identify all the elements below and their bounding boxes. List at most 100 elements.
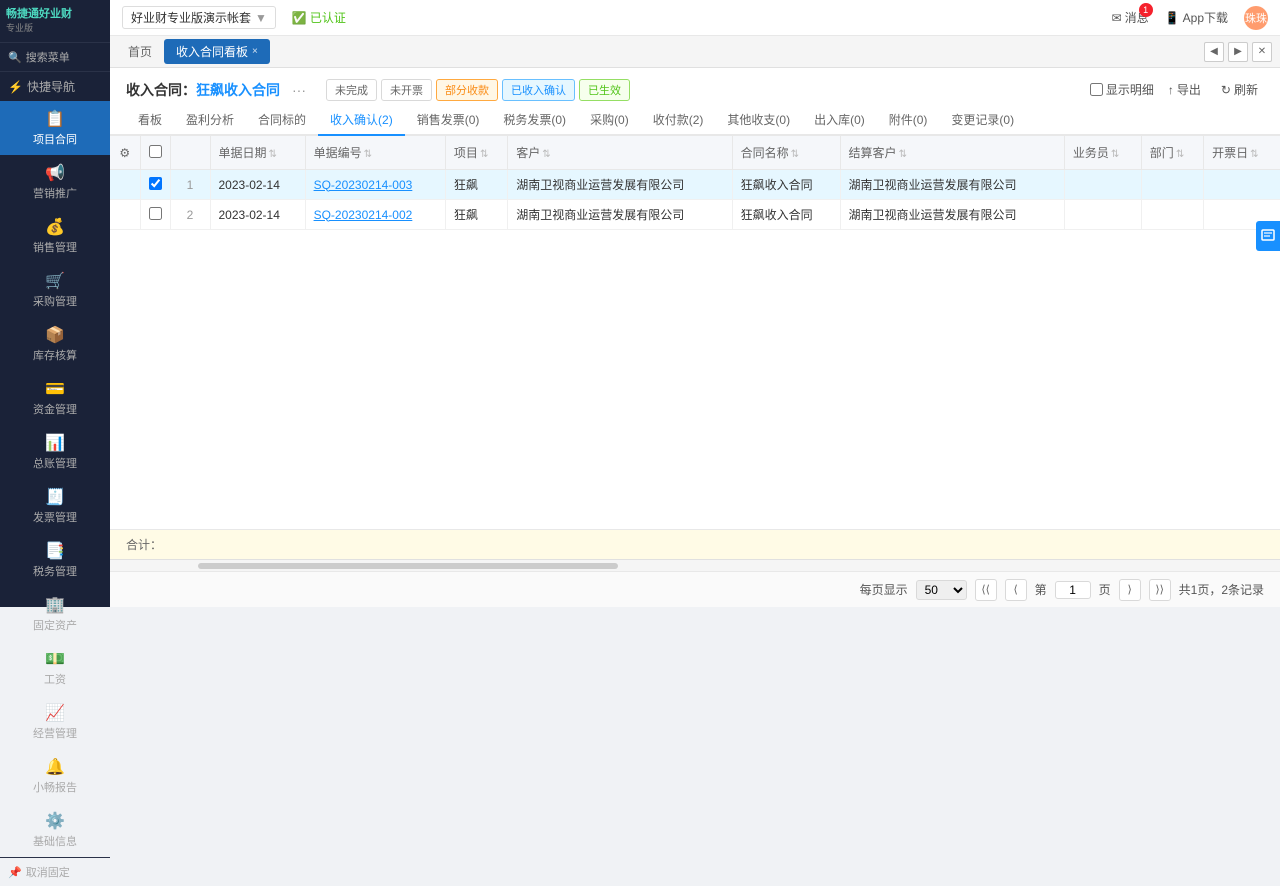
col-open-date[interactable]: 开票日⇅ [1204,136,1280,170]
subtab-other[interactable]: 其他收支(0) [715,105,802,136]
col-salesperson[interactable]: 业务员⇅ [1064,136,1141,170]
tab-next-button[interactable]: ▶ [1228,42,1248,62]
col-customer[interactable]: 客户⇅ [508,136,732,170]
page-title: 收入合同：狂飙收入合同 [126,80,280,100]
subtab-warehouse[interactable]: 出入库(0) [802,105,877,136]
sidebar-item-report[interactable]: 🔔 小畅报告 [0,749,110,803]
sidebar-item-tax[interactable]: 📑 税务管理 [0,533,110,587]
sidebar-item-marketing[interactable]: 📢 营销推广 [0,155,110,209]
table-row[interactable]: 2 2023-02-14 SQ-20230214-002 狂飙 湖南卫视商业运营… [110,200,1280,230]
sidebar-item-sales[interactable]: 💰 销售管理 [0,209,110,263]
sidebar-search-label: 搜索菜单 [26,49,70,65]
status-partial-receipt[interactable]: 部分收款 [436,79,498,101]
basic-icon: ⚙️ [45,811,65,831]
first-page-button[interactable]: ⟨⟨ [975,579,997,601]
table-row[interactable]: 1 2023-02-14 SQ-20230214-003 狂飙 湖南卫视商业运营… [110,170,1280,200]
status-uninvoiced[interactable]: 未开票 [381,79,432,101]
tab-close-icon[interactable]: × [252,46,258,57]
sidebar-item-quicknav[interactable]: ⚡ 快捷导航 [0,72,110,101]
subtab-attachment[interactable]: 附件(0) [877,105,940,136]
horizontal-scrollbar[interactable] [110,559,1280,571]
labor-icon: 💵 [45,649,65,669]
subtab-kanban[interactable]: 看板 [126,105,174,136]
tax-icon: 📑 [45,541,65,561]
sidebar-item-search[interactable]: 🔍 搜索菜单 [0,43,110,72]
subtab-payment[interactable]: 收付款(2) [641,105,716,136]
col-checkbox-all[interactable] [140,136,170,170]
app-download-button[interactable]: 📱 App下载 [1165,9,1228,26]
subtab-tax-invoice[interactable]: 税务发票(0) [491,105,578,136]
row1-contract: 狂飙收入合同 [732,170,840,200]
subtab-sales-invoice[interactable]: 销售发票(0) [405,105,492,136]
prev-page-button[interactable]: ⟨ [1005,579,1027,601]
tab-prev-button[interactable]: ◀ [1204,42,1224,62]
row1-checkbox-input[interactable] [149,177,162,190]
app-download-label: App下载 [1183,9,1228,26]
sidebar-item-invoice[interactable]: 🧾 发票管理 [0,479,110,533]
status-confirmed[interactable]: 已收入确认 [502,79,575,101]
col-date[interactable]: 单据日期⇅ [210,136,305,170]
sidebar-item-labor[interactable]: 💵 工资 [0,641,110,695]
col-code[interactable]: 单据编号⇅ [305,136,445,170]
row2-code[interactable]: SQ-20230214-002 [305,200,445,230]
table-container[interactable]: ⚙ 单据日期⇅ 单据编号⇅ 项目⇅ 客户⇅ 合同名称⇅ 结算客户⇅ 业务员⇅ 部… [110,136,1280,529]
cancel-pin-button[interactable]: 📌 取消固定 [0,858,110,886]
row1-code-link[interactable]: SQ-20230214-003 [314,178,413,192]
sidebar-item-ops[interactable]: 📈 经营管理 [0,695,110,749]
col-settings[interactable]: ⚙ [110,136,140,170]
page-label: 第 [1035,581,1047,598]
subtab-purchase[interactable]: 采购(0) [578,105,641,136]
sidebar-item-purchase[interactable]: 🛒 采购管理 [0,263,110,317]
more-button[interactable]: ··· [288,82,310,98]
row1-code[interactable]: SQ-20230214-003 [305,170,445,200]
sidebar-item-general[interactable]: 📊 总账管理 [0,425,110,479]
status-unfinished[interactable]: 未完成 [326,79,377,101]
sidebar-item-basic[interactable]: ⚙️ 基础信息 [0,803,110,857]
col-project[interactable]: 项目⇅ [445,136,507,170]
row2-code-link[interactable]: SQ-20230214-002 [314,208,413,222]
next-page-button[interactable]: ⟩ [1119,579,1141,601]
sidebar-item-inventory[interactable]: 📦 库存核算 [0,317,110,371]
page-header-actions: 显示明细 ↑ 导出 ↻ 刷新 [1090,78,1264,101]
last-page-button[interactable]: ⟩⟩ [1149,579,1171,601]
sidebar-item-project[interactable]: 📋 项目合同 [0,101,110,155]
note-sidebar-icon[interactable] [1256,221,1280,251]
assets-icon: 🏢 [45,595,65,615]
export-button[interactable]: ↑ 导出 [1162,78,1207,101]
logo-text: 畅捷通好业财 [6,8,72,21]
select-all-checkbox[interactable] [149,145,162,158]
refresh-button[interactable]: ↻ 刷新 [1215,78,1264,101]
show-detail-checkbox[interactable]: 显示明细 [1090,81,1154,98]
tabbar: 首页 收入合同看板 × ◀ ▶ ✕ [110,36,1280,68]
per-page-select[interactable]: 20 50 100 [916,580,967,600]
row2-checkbox[interactable] [140,200,170,230]
col-department[interactable]: 部门⇅ [1141,136,1203,170]
sidebar-item-basic-label: 基础信息 [33,833,77,849]
subtab-change-log[interactable]: 变更记录(0) [939,105,1026,136]
sidebar-item-assets-label: 固定资产 [33,617,77,633]
row1-customer: 湖南卫视商业运营发展有限公司 [508,170,732,200]
row2-checkbox-input[interactable] [149,207,162,220]
status-buttons: 未完成 未开票 部分收款 已收入确认 已生效 [326,79,630,101]
tab-close-all-button[interactable]: ✕ [1252,42,1272,62]
message-button[interactable]: ✉ 1 消息 [1112,9,1149,26]
company-selector[interactable]: 好业财专业版演示帐套 ▼ [122,6,276,29]
detail-checkbox-input[interactable] [1090,83,1103,96]
tab-contract-board[interactable]: 收入合同看板 × [164,39,270,64]
col-contract[interactable]: 合同名称⇅ [732,136,840,170]
sidebar-item-assets[interactable]: 🏢 固定资产 [0,587,110,641]
status-effective[interactable]: 已生效 [579,79,630,101]
page-number-input[interactable] [1055,581,1091,599]
avatar[interactable]: 珠珠 [1244,6,1268,30]
tab-home[interactable]: 首页 [118,39,162,64]
sidebar-item-funds[interactable]: 💳 资金管理 [0,371,110,425]
subtab-revenue-confirm[interactable]: 收入确认(2) [318,105,405,136]
scrollbar-thumb[interactable] [198,563,618,569]
row2-customer: 湖南卫视商业运营发展有限公司 [508,200,732,230]
col-settle[interactable]: 结算客户⇅ [840,136,1064,170]
subtab-profit[interactable]: 盈利分析 [174,105,246,136]
row1-checkbox[interactable] [140,170,170,200]
row1-open-date [1204,170,1280,200]
sidebar-item-marketing-label: 营销推广 [33,185,77,201]
subtab-subject[interactable]: 合同标的 [246,105,318,136]
